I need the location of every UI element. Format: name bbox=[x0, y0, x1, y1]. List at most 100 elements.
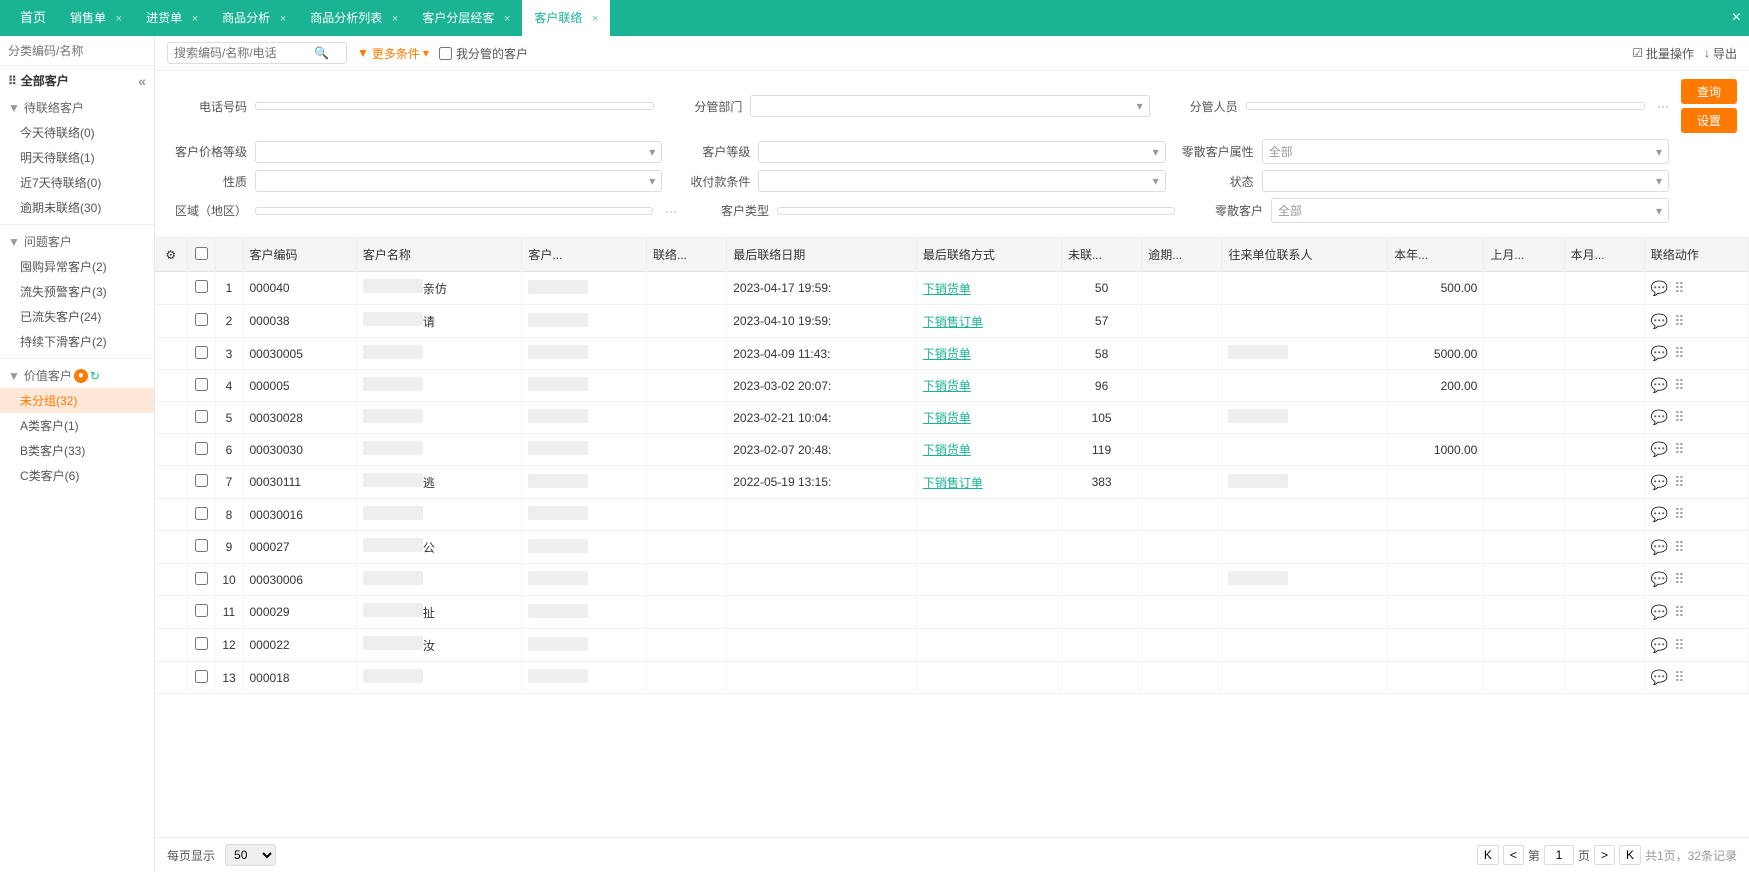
phone-input[interactable] bbox=[255, 102, 654, 110]
row-checkbox-cell[interactable] bbox=[187, 434, 215, 466]
row-checkbox-cell[interactable] bbox=[187, 370, 215, 402]
more-actions-icon[interactable]: ⠿ bbox=[1674, 539, 1684, 556]
contact-icon[interactable]: 💬 bbox=[1651, 669, 1668, 686]
sidebar-search-input[interactable] bbox=[8, 44, 155, 58]
contact-icon[interactable]: 💬 bbox=[1651, 604, 1668, 621]
price-grade-select[interactable]: ▾ bbox=[255, 141, 662, 163]
row-checkbox-cell[interactable] bbox=[187, 596, 215, 629]
row-last-method[interactable] bbox=[916, 564, 1061, 596]
row-last-method[interactable] bbox=[916, 531, 1061, 564]
more-actions-icon[interactable]: ⠿ bbox=[1674, 441, 1684, 458]
sidebar-item-churn-warning[interactable]: 流失预警客户(3) bbox=[0, 279, 154, 304]
row-last-method[interactable] bbox=[916, 499, 1061, 531]
more-actions-icon[interactable]: ⠿ bbox=[1674, 345, 1684, 362]
row-checkbox-cell[interactable] bbox=[187, 272, 215, 305]
row-last-method[interactable] bbox=[916, 596, 1061, 629]
close-customer-segment-tab[interactable]: × bbox=[504, 13, 510, 25]
col-code[interactable]: 客户编码 bbox=[243, 238, 356, 272]
area-input[interactable] bbox=[255, 207, 653, 215]
row-checkbox[interactable] bbox=[195, 442, 208, 455]
row-checkbox-cell[interactable] bbox=[187, 629, 215, 662]
contact-icon[interactable]: 💬 bbox=[1651, 409, 1668, 426]
contact-icon[interactable]: 💬 bbox=[1651, 280, 1668, 297]
more-actions-icon[interactable]: ⠿ bbox=[1674, 377, 1684, 394]
row-checkbox-cell[interactable] bbox=[187, 338, 215, 370]
col-name[interactable]: 客户名称 bbox=[356, 238, 522, 272]
row-checkbox[interactable] bbox=[195, 313, 208, 326]
more-actions-icon[interactable]: ⠿ bbox=[1674, 669, 1684, 686]
sidebar-item-ungrp[interactable]: 未分组(32) bbox=[0, 388, 154, 413]
col-settings[interactable]: ⚙ bbox=[155, 238, 187, 272]
nav-home[interactable]: 首页 bbox=[8, 0, 58, 36]
retail-attr-select[interactable]: 全部▾ bbox=[1262, 139, 1669, 164]
more-actions-icon[interactable]: ⠿ bbox=[1674, 604, 1684, 621]
row-checkbox[interactable] bbox=[195, 474, 208, 487]
sidebar-item-today[interactable]: 今天待联络(0) bbox=[0, 120, 154, 145]
first-page-btn[interactable]: K bbox=[1477, 845, 1499, 865]
col-company-contact[interactable]: 往来单位联系人 bbox=[1222, 238, 1388, 272]
sidebar-item-declining[interactable]: 持续下滑客户(2) bbox=[0, 329, 154, 354]
last-page-btn[interactable]: K bbox=[1619, 845, 1641, 865]
col-last-month[interactable]: 上月... bbox=[1484, 238, 1564, 272]
nav-tab-customer-segment[interactable]: 客户分层经客 × bbox=[410, 0, 522, 36]
close-customer-contact-tab[interactable]: × bbox=[592, 13, 598, 25]
col-type[interactable]: 客户... bbox=[522, 238, 647, 272]
my-customers-check[interactable] bbox=[439, 47, 452, 60]
contact-icon[interactable]: 💬 bbox=[1651, 377, 1668, 394]
nature-select[interactable]: ▾ bbox=[255, 170, 662, 192]
sidebar-item-churned[interactable]: 已流失客户(24) bbox=[0, 304, 154, 329]
page-input[interactable] bbox=[1544, 845, 1574, 865]
more-actions-icon[interactable]: ⠿ bbox=[1674, 474, 1684, 491]
sidebar-item-classA[interactable]: A类客户(1) bbox=[0, 413, 154, 438]
export-btn[interactable]: ↓ 导出 bbox=[1704, 45, 1737, 62]
row-last-method[interactable] bbox=[916, 629, 1061, 662]
sidebar-section-value[interactable]: ▼ 价值客户 ● ↻ bbox=[0, 363, 154, 388]
contact-icon[interactable]: 💬 bbox=[1651, 313, 1668, 330]
row-checkbox[interactable] bbox=[195, 539, 208, 552]
col-last-method[interactable]: 最后联络方式 bbox=[916, 238, 1061, 272]
row-checkbox[interactable] bbox=[195, 346, 208, 359]
area-more-icon[interactable]: ··· bbox=[661, 204, 681, 218]
contact-icon[interactable]: 💬 bbox=[1651, 441, 1668, 458]
batch-op-btn[interactable]: ☑ 批量操作 bbox=[1632, 45, 1694, 62]
refresh-icon[interactable]: ↻ bbox=[90, 369, 100, 383]
row-checkbox[interactable] bbox=[195, 280, 208, 293]
col-this-year[interactable]: 本年... bbox=[1388, 238, 1484, 272]
my-customers-checkbox[interactable]: 我分管的客户 bbox=[439, 45, 528, 62]
more-actions-icon[interactable]: ⠿ bbox=[1674, 280, 1684, 297]
payment-select[interactable]: ▾ bbox=[758, 170, 1165, 192]
person-input[interactable] bbox=[1246, 102, 1645, 110]
sidebar-item-7days[interactable]: 近7天待联络(0) bbox=[0, 170, 154, 195]
all-customers-title[interactable]: ⠿ 全部客户 « bbox=[0, 66, 154, 95]
row-checkbox-cell[interactable] bbox=[187, 662, 215, 694]
sidebar-item-overdue[interactable]: 逾期未联络(30) bbox=[0, 195, 154, 220]
sidebar-item-hoarder[interactable]: 囤购异常客户(2) bbox=[0, 254, 154, 279]
more-actions-icon[interactable]: ⠿ bbox=[1674, 313, 1684, 330]
row-last-method[interactable]: 下销货单 bbox=[916, 402, 1061, 434]
more-actions-icon[interactable]: ⠿ bbox=[1674, 506, 1684, 523]
contact-icon[interactable]: 💬 bbox=[1651, 539, 1668, 556]
nav-tab-customer-contact[interactable]: 客户联络 × bbox=[522, 0, 610, 36]
nav-tab-sales[interactable]: 销售单 × bbox=[58, 0, 134, 36]
row-checkbox-cell[interactable] bbox=[187, 305, 215, 338]
row-last-method[interactable]: 下销货单 bbox=[916, 338, 1061, 370]
cust-type-input[interactable] bbox=[777, 207, 1175, 215]
filter-search-input[interactable] bbox=[174, 46, 314, 60]
row-checkbox[interactable] bbox=[195, 572, 208, 585]
sidebar-section-problem[interactable]: ▼ 问题客户 bbox=[0, 229, 154, 254]
row-checkbox-cell[interactable] bbox=[187, 564, 215, 596]
col-contact[interactable]: 联络... bbox=[647, 238, 727, 272]
col-checkbox[interactable] bbox=[187, 238, 215, 272]
row-checkbox-cell[interactable] bbox=[187, 499, 215, 531]
query-button[interactable]: 查询 bbox=[1681, 79, 1737, 104]
contact-icon[interactable]: 💬 bbox=[1651, 474, 1668, 491]
row-checkbox-cell[interactable] bbox=[187, 531, 215, 564]
row-checkbox[interactable] bbox=[195, 378, 208, 391]
close-window-button[interactable]: × bbox=[1732, 9, 1741, 27]
more-actions-icon[interactable]: ⠿ bbox=[1674, 409, 1684, 426]
row-last-method[interactable]: 下销货单 bbox=[916, 370, 1061, 402]
row-last-method[interactable]: 下销货单 bbox=[916, 434, 1061, 466]
row-checkbox[interactable] bbox=[195, 410, 208, 423]
col-this-month[interactable]: 本月... bbox=[1564, 238, 1644, 272]
nav-tab-purchase[interactable]: 进货单 × bbox=[134, 0, 210, 36]
